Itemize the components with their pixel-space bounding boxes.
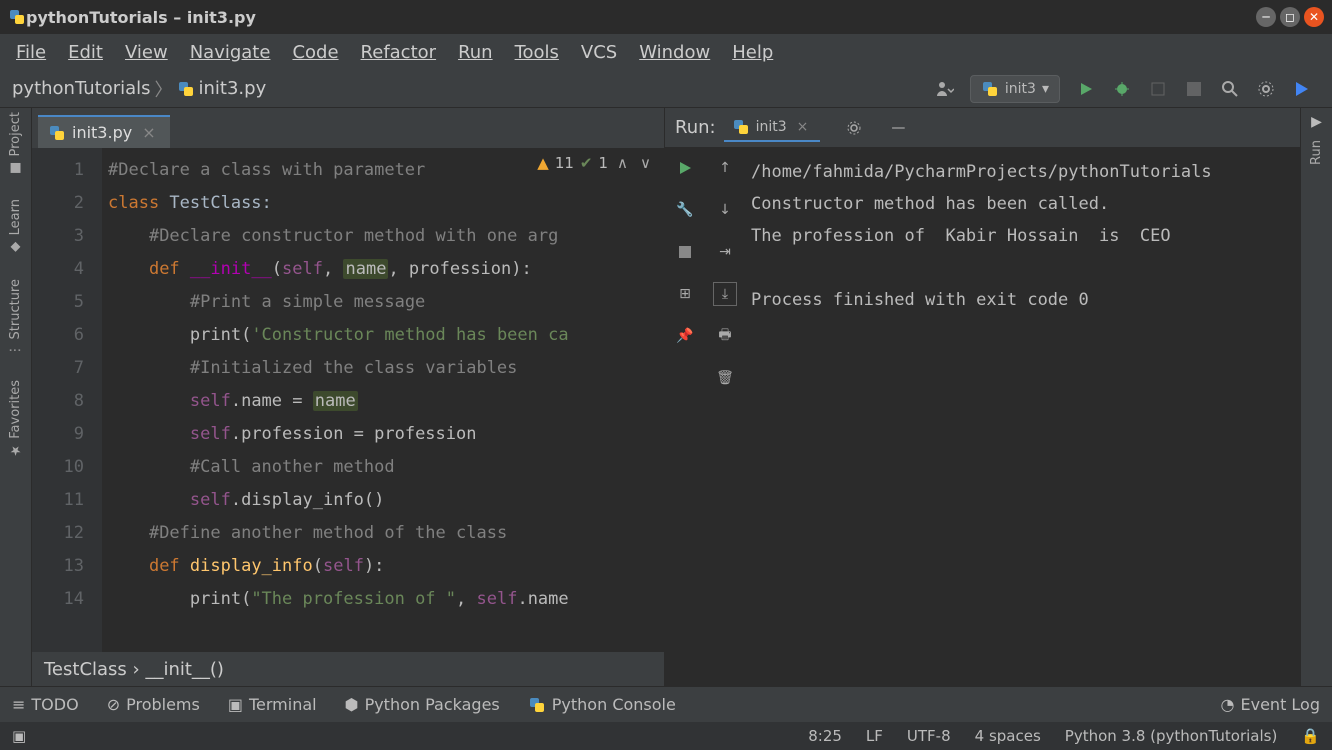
editor-tabs: init3.py × [32, 108, 664, 148]
title-bar: pythonTutorials – init3.py ─ ◻ ✕ [0, 0, 1332, 34]
menu-bar: File Edit View Navigate Code Refactor Ru… [0, 34, 1332, 70]
rail-favorites[interactable]: ★ Favorites [8, 380, 23, 458]
run-settings-icon[interactable] [840, 114, 868, 142]
menu-tools[interactable]: Tools [505, 38, 569, 67]
tool-windows-icon[interactable]: ▣ [12, 727, 26, 745]
indent[interactable]: 4 spaces [975, 727, 1041, 745]
breadcrumb-sep: 〉 [155, 76, 173, 102]
play-services-icon[interactable] [1288, 75, 1316, 103]
python-sdk[interactable]: Python 3.8 (pythonTutorials) [1065, 727, 1278, 745]
rail-expand-icon[interactable]: ▶ [1311, 114, 1322, 130]
gutter[interactable]: 1 2 3 4 5 6 7 💡8 9 10 11 12 13 14 [32, 148, 102, 652]
menu-help[interactable]: Help [722, 38, 783, 67]
console-output[interactable]: /home/fahmida/PycharmProjects/pythonTuto… [745, 148, 1300, 686]
encoding[interactable]: UTF-8 [907, 727, 951, 745]
user-icon[interactable] [930, 75, 958, 103]
next-highlight-icon[interactable]: ∨ [637, 154, 654, 172]
wrench-icon[interactable]: 🔧 [673, 198, 697, 222]
tool-packages[interactable]: ⬢ Python Packages [345, 695, 500, 714]
debug-button[interactable] [1108, 75, 1136, 103]
warning-icon: ▲ [537, 154, 549, 172]
trash-icon[interactable]: 🗑 [713, 366, 737, 390]
menu-code[interactable]: Code [282, 38, 348, 67]
code-breadcrumbs[interactable]: TestClass › __init__() [32, 652, 664, 686]
python-icon [981, 80, 999, 98]
wrap-icon[interactable]: ⇥ [713, 240, 737, 264]
run-config-name: init3 [1005, 81, 1036, 97]
run-button[interactable] [1072, 75, 1100, 103]
python-icon [177, 80, 195, 98]
menu-vcs[interactable]: VCS [571, 38, 627, 67]
run-body: 🔧 ⊞ 📌 ↑ ↓ ⇥ ⤓ 🖶 🗑 /home/fahmida/PycharmP… [665, 148, 1300, 686]
menu-view[interactable]: View [115, 38, 178, 67]
window-title: pythonTutorials – init3.py [26, 8, 256, 27]
editor-body[interactable]: ▲11 ✔1 ∧ ∨ 1 2 3 4 5 6 7 💡8 9 10 11 12 1… [32, 148, 664, 652]
down-icon[interactable]: ↓ [713, 198, 737, 222]
run-config-selector[interactable]: init3 ▾ [970, 75, 1060, 103]
breadcrumb-project[interactable]: pythonTutorials [12, 78, 151, 99]
python-icon [732, 118, 750, 136]
tool-todo[interactable]: ≡ TODO [12, 695, 79, 714]
bottom-tool-bar: ≡ TODO ⊘ Problems ▣ Terminal ⬢ Python Pa… [0, 686, 1332, 722]
toolbar: pythonTutorials 〉 init3.py init3 ▾ [0, 70, 1332, 108]
settings-icon[interactable] [1252, 75, 1280, 103]
main-area: ■ Project ◆ Learn ⋮ Structure ★ Favorite… [0, 108, 1332, 686]
run-panel: Run: init3 × — 🔧 ⊞ 📌 ↑ ↓ ⇥ ⤓ [664, 108, 1300, 686]
menu-file[interactable]: File [6, 38, 56, 67]
menu-edit[interactable]: Edit [58, 38, 113, 67]
minimize-tool-icon[interactable]: — [884, 114, 912, 142]
close-run-tab-icon[interactable]: × [793, 119, 813, 135]
rail-structure[interactable]: ⋮ Structure [8, 279, 23, 356]
right-tool-rail: ▶ Run [1300, 108, 1332, 686]
stop-button[interactable] [1180, 75, 1208, 103]
menu-navigate[interactable]: Navigate [180, 38, 281, 67]
prev-highlight-icon[interactable]: ∧ [614, 154, 631, 172]
event-log[interactable]: ◔ Event Log [1221, 695, 1320, 714]
rail-run[interactable]: Run [1309, 140, 1324, 165]
menu-refactor[interactable]: Refactor [351, 38, 447, 67]
tab-label: init3.py [72, 123, 132, 142]
minimize-button[interactable]: ─ [1256, 7, 1276, 27]
breadcrumb-file[interactable]: init3.py [199, 78, 267, 99]
maximize-button[interactable]: ◻ [1280, 7, 1300, 27]
run-actions-col2: ↑ ↓ ⇥ ⤓ 🖶 🗑 [705, 148, 745, 686]
pin-icon[interactable]: 📌 [673, 324, 697, 348]
tool-problems[interactable]: ⊘ Problems [107, 695, 200, 714]
python-icon [8, 8, 26, 26]
breadcrumb: pythonTutorials 〉 init3.py [12, 76, 266, 102]
coverage-button[interactable] [1144, 75, 1172, 103]
print-icon[interactable]: 🖶 [713, 324, 737, 348]
code-area[interactable]: #Declare a class with parameter class Te… [102, 148, 664, 652]
left-tool-rail: ■ Project ◆ Learn ⋮ Structure ★ Favorite… [0, 108, 32, 686]
editor-tab-init3[interactable]: init3.py × [38, 115, 170, 148]
scroll-end-icon[interactable]: ⤓ [713, 282, 737, 306]
up-icon[interactable]: ↑ [713, 156, 737, 180]
dropdown-icon: ▾ [1042, 81, 1049, 97]
layout-icon[interactable]: ⊞ [673, 282, 697, 306]
rail-learn[interactable]: ◆ Learn [8, 199, 23, 254]
tool-console[interactable]: Python Console [528, 695, 676, 714]
inspection-bar[interactable]: ▲11 ✔1 ∧ ∨ [533, 152, 658, 174]
editor-panel: init3.py × ▲11 ✔1 ∧ ∨ 1 2 3 4 5 6 7 💡8 9 [32, 108, 664, 686]
python-icon [48, 124, 66, 142]
lock-icon[interactable]: 🔒 [1301, 727, 1320, 745]
search-icon[interactable] [1216, 75, 1244, 103]
close-tab-icon[interactable]: × [138, 123, 159, 142]
run-tab[interactable]: init3 × [724, 114, 821, 142]
run-title: Run: [675, 117, 716, 138]
stop-icon[interactable] [673, 240, 697, 264]
rerun-icon[interactable] [673, 156, 697, 180]
ok-icon: ✔ [580, 154, 593, 172]
run-actions-col1: 🔧 ⊞ 📌 [665, 148, 705, 686]
caret-position[interactable]: 8:25 [808, 727, 842, 745]
menu-window[interactable]: Window [629, 38, 720, 67]
close-button[interactable]: ✕ [1304, 7, 1324, 27]
line-sep[interactable]: LF [866, 727, 883, 745]
menu-run[interactable]: Run [448, 38, 503, 67]
status-bar: ▣ 8:25 LF UTF-8 4 spaces Python 3.8 (pyt… [0, 722, 1332, 750]
tool-terminal[interactable]: ▣ Terminal [228, 695, 317, 714]
rail-project[interactable]: ■ Project [8, 112, 23, 175]
run-header: Run: init3 × — [665, 108, 1300, 148]
